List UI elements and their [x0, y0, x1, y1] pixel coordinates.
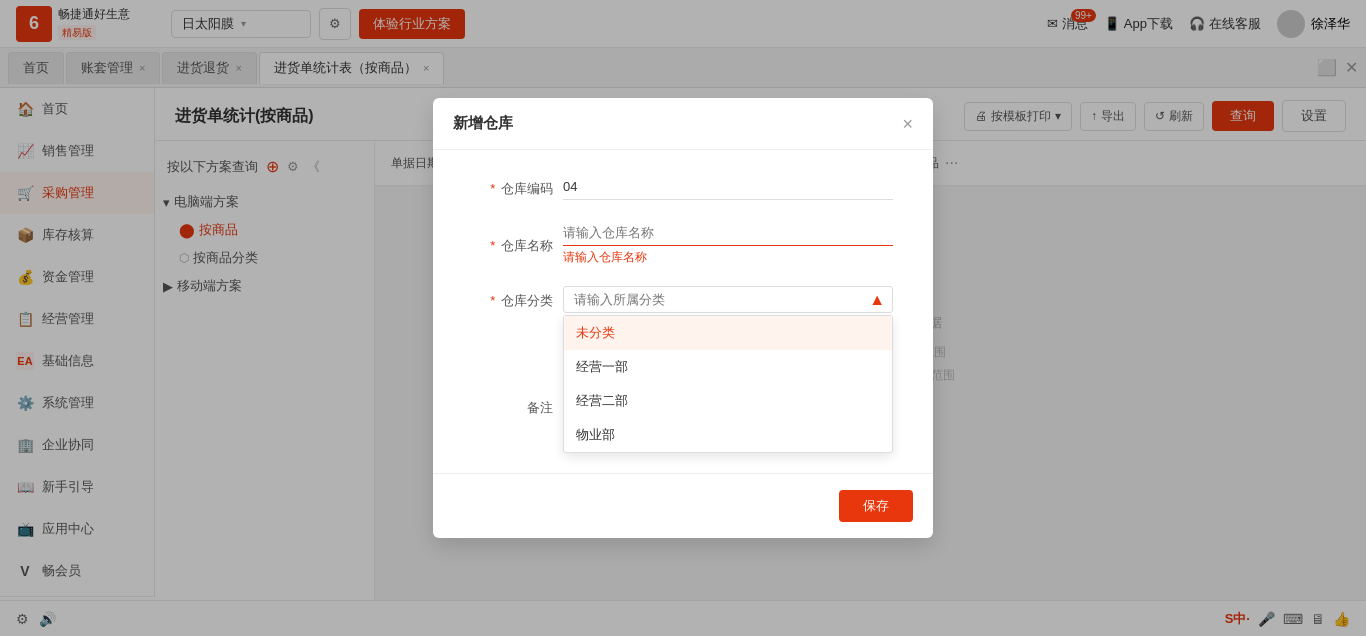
dropdown-item-dept1[interactable]: 经营一部 [564, 350, 892, 384]
warehouse-name-error: 请输入仓库名称 [563, 249, 893, 266]
category-dropdown-arrow[interactable]: ▲ [869, 291, 885, 309]
modal-footer: 保存 [433, 473, 933, 538]
warehouse-code-input[interactable] [563, 174, 893, 200]
dropdown-item-unclassified[interactable]: 未分类 [564, 316, 892, 350]
modal-overlay[interactable]: 新增仓库 × * 仓库编码 * 仓库名称 [0, 0, 1366, 636]
warehouse-category-row: * 仓库分类 ▲ 未分类 经营一部 经营二部 物业部 [473, 286, 893, 313]
modal-body: * 仓库编码 * 仓库名称 请输入仓库名称 [433, 150, 933, 473]
dropdown-item-dept2[interactable]: 经营二部 [564, 384, 892, 418]
modal-close-button[interactable]: × [902, 115, 913, 133]
warehouse-category-label: * 仓库分类 [473, 286, 553, 310]
warehouse-code-label: * 仓库编码 [473, 174, 553, 198]
modal-header: 新增仓库 × [433, 98, 933, 150]
modal-title: 新增仓库 [453, 114, 513, 133]
warehouse-name-label: * 仓库名称 [473, 231, 553, 255]
warehouse-code-row: * 仓库编码 [473, 174, 893, 200]
modal-save-button[interactable]: 保存 [839, 490, 913, 522]
warehouse-note-label: 备注 [473, 393, 553, 417]
category-dropdown: 未分类 经营一部 经营二部 物业部 [563, 315, 893, 453]
warehouse-name-row: * 仓库名称 请输入仓库名称 [473, 220, 893, 266]
add-warehouse-modal: 新增仓库 × * 仓库编码 * 仓库名称 [433, 98, 933, 538]
warehouse-name-input[interactable] [563, 220, 893, 246]
dropdown-item-property[interactable]: 物业部 [564, 418, 892, 452]
warehouse-category-input[interactable] [563, 286, 893, 313]
warehouse-category-select-wrapper: ▲ 未分类 经营一部 经营二部 物业部 [563, 286, 893, 313]
warehouse-name-input-group: 请输入仓库名称 [563, 220, 893, 266]
